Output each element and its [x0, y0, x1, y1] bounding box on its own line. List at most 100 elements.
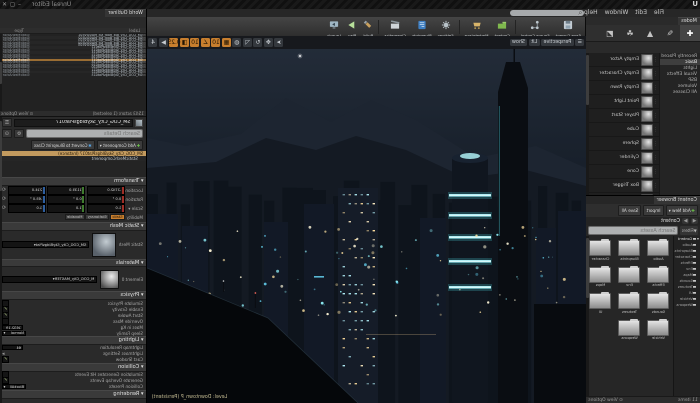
filters-button[interactable]: ▼ Filters	[680, 226, 698, 235]
folder-vehicle[interactable]: Vehicle	[644, 319, 673, 340]
viewport-menu-icon[interactable]: ☰	[575, 38, 585, 47]
drag-handle-icon[interactable]: ⋮⋮	[648, 141, 658, 147]
dropdown[interactable]: Normal ▾	[2, 330, 26, 336]
viewport-show-button[interactable]: Show	[509, 38, 528, 47]
details-scrollbar[interactable]	[0, 117, 2, 403]
landscape-mode-icon[interactable]: ▲	[640, 25, 660, 41]
collision-simulation-generates-hit-events[interactable]: Simulation Generates Hit Events	[0, 371, 146, 379]
section-rendering[interactable]: ▾ Rendering	[0, 389, 146, 399]
mobility-movable[interactable]: Movable	[64, 214, 85, 221]
scale-snap-icon[interactable]: ◨	[180, 38, 189, 47]
drag-handle-icon[interactable]: ⋮⋮	[648, 99, 658, 105]
value-field[interactable]: 1632.19	[2, 324, 23, 330]
x-value-field[interactable]: 0.0 °	[86, 194, 125, 204]
back-icon[interactable]: ◀	[691, 218, 698, 224]
foliage-mode-icon[interactable]: ☘	[620, 25, 640, 41]
x-value-field[interactable]: -2742.0	[86, 185, 125, 195]
folder-effects[interactable]: Effects	[644, 266, 673, 287]
place-item-sphere[interactable]: ⋮⋮ Sphere	[586, 137, 659, 151]
move-tool-icon[interactable]: ✥	[264, 38, 273, 47]
toolbar-source-control[interactable]: Source Control	[518, 17, 553, 38]
y-value-field[interactable]: 0.0 °	[47, 194, 86, 204]
place-mode-icon[interactable]: ✚	[680, 25, 700, 41]
place-item-cube[interactable]: ⋮⋮ Cube	[586, 123, 659, 137]
collision-generate-overlap-events[interactable]: Generate Overlap Events ✓	[0, 377, 146, 385]
toolbar-content[interactable]: Content	[491, 17, 512, 38]
close-button[interactable]: ✕	[2, 0, 7, 9]
menu-help[interactable]: Help	[584, 9, 598, 17]
collision-collision-presets[interactable]: Collision Presets BlockAll ▾	[0, 384, 146, 390]
mobility-static[interactable]: Static	[109, 214, 125, 221]
save-all-button[interactable]: Save All	[618, 205, 642, 216]
eye-icon[interactable]: ⊙	[143, 73, 146, 77]
tab-content-browser[interactable]: Content Browser	[653, 196, 700, 204]
folder-textures[interactable]: Textures	[615, 293, 644, 314]
place-item-player-start[interactable]: ⋮⋮ Player Start	[586, 109, 659, 123]
table-row[interactable]: ⊙ SM_COG_City_SkyBldgsPlat023 StaticMeshAc…	[0, 73, 146, 77]
tab-world-outliner[interactable]: World Outliner	[105, 9, 146, 17]
minimize-button[interactable]: –	[18, 0, 21, 9]
view-options-button[interactable]: ⊙ View Options	[588, 398, 623, 403]
z-value-field[interactable]: 1.0	[7, 203, 46, 213]
dropdown[interactable]: BlockAll ▾	[2, 384, 26, 390]
tree-node-weapons[interactable]: Weapons	[674, 302, 700, 308]
forward-icon[interactable]: ▶	[682, 218, 689, 224]
material-thumbnail[interactable]	[99, 269, 119, 289]
details-search-input[interactable]	[26, 129, 143, 139]
geometry-mode-icon[interactable]: ◩	[600, 25, 620, 41]
menu-window[interactable]: Window	[605, 9, 629, 17]
checkbox[interactable]	[2, 317, 9, 325]
folder-blueprints[interactable]: Blueprints	[615, 240, 644, 261]
camera-speed-value[interactable]: 4	[148, 38, 158, 47]
viewport-perspective-button[interactable]: Perspective	[541, 38, 574, 47]
camera-speed-icon[interactable]: ▶	[159, 38, 168, 47]
gear-icon[interactable]: ⚙	[14, 129, 24, 139]
maximize-button[interactable]: ◻	[10, 0, 15, 9]
paint-mode-icon[interactable]: ✎	[660, 25, 680, 41]
actor-name-field[interactable]: SM_COG_City_SkyBldgsPlat017	[14, 119, 133, 127]
physics-simulate-physics[interactable]: Simulate Physics	[0, 299, 146, 307]
world-space-icon[interactable]: ◍	[232, 38, 242, 47]
drag-handle-icon[interactable]: ⋮⋮	[648, 85, 658, 91]
y-value-field[interactable]: 1.0	[47, 203, 86, 213]
section-collision[interactable]: ▾ Collision	[0, 362, 146, 372]
toolbar-build[interactable]: Build	[360, 17, 376, 38]
breadcrumb[interactable]: Content	[661, 219, 680, 224]
angle-snap-icon[interactable]: ∠	[201, 38, 210, 47]
rotate-tool-icon[interactable]: ↻	[253, 38, 263, 47]
grid-snap-icon[interactable]: ▦	[222, 38, 231, 47]
place-item-empty-pawn[interactable]: ⋮⋮ Empty Pawn	[586, 81, 659, 95]
drag-handle-icon[interactable]: ⋮⋮	[648, 71, 658, 77]
toolbar-play[interactable]: Play	[344, 17, 360, 38]
reset-icon[interactable]: ⟲	[2, 196, 6, 202]
toolbar-cinematics[interactable]: Cinematics	[381, 17, 409, 38]
toolbar-settings[interactable]: Settings	[435, 17, 457, 38]
toolbar-marketplace[interactable]: Marketplace	[462, 17, 492, 38]
column-label[interactable]: Label	[129, 28, 140, 33]
drag-handle-icon[interactable]: ⋮⋮	[648, 127, 658, 133]
tab-modes[interactable]: Modes	[678, 17, 700, 25]
section-transform[interactable]: ▾ Transform	[0, 176, 146, 186]
y-value-field[interactable]: 1135.0	[47, 185, 86, 195]
toolbar-blueprints[interactable]: Blueprints	[409, 17, 435, 38]
angle-snap-value[interactable]: 10	[190, 38, 200, 47]
category-all-classes[interactable]: All Classes	[660, 89, 700, 95]
eye-icon[interactable]: ⊙	[2, 129, 12, 139]
lighting-lightmass-settings[interactable]: Lightmass Settings ▸	[0, 351, 146, 357]
mobility-stationary[interactable]: Stationary	[85, 214, 110, 221]
toolbar-launch[interactable]: Launch	[324, 17, 344, 38]
z-value-field[interactable]: -65.0 °	[7, 194, 46, 204]
physics-override-mass[interactable]: Override Mass	[0, 317, 146, 325]
physics-start-awake[interactable]: Start Awake ✓	[0, 311, 146, 319]
checkbox[interactable]: ✓	[2, 377, 9, 385]
place-item-box-trigger[interactable]: ⋮⋮ Box Trigger	[586, 179, 659, 193]
scale-snap-value[interactable]: 0.25	[167, 38, 181, 47]
static-mesh-thumbnail[interactable]	[91, 232, 116, 257]
checkbox[interactable]: ✓	[2, 356, 9, 364]
drag-handle-icon[interactable]: ⋮⋮	[648, 113, 658, 119]
folder-sounds[interactable]: Sounds	[644, 293, 673, 314]
section-static-mesh[interactable]: ▾ Static Mesh	[0, 221, 146, 231]
folder-weapons[interactable]: Weapons	[615, 319, 644, 340]
place-item-cylinder[interactable]: ⋮⋮ Cylinder	[586, 151, 659, 165]
folder-maps[interactable]: Maps	[586, 266, 615, 287]
